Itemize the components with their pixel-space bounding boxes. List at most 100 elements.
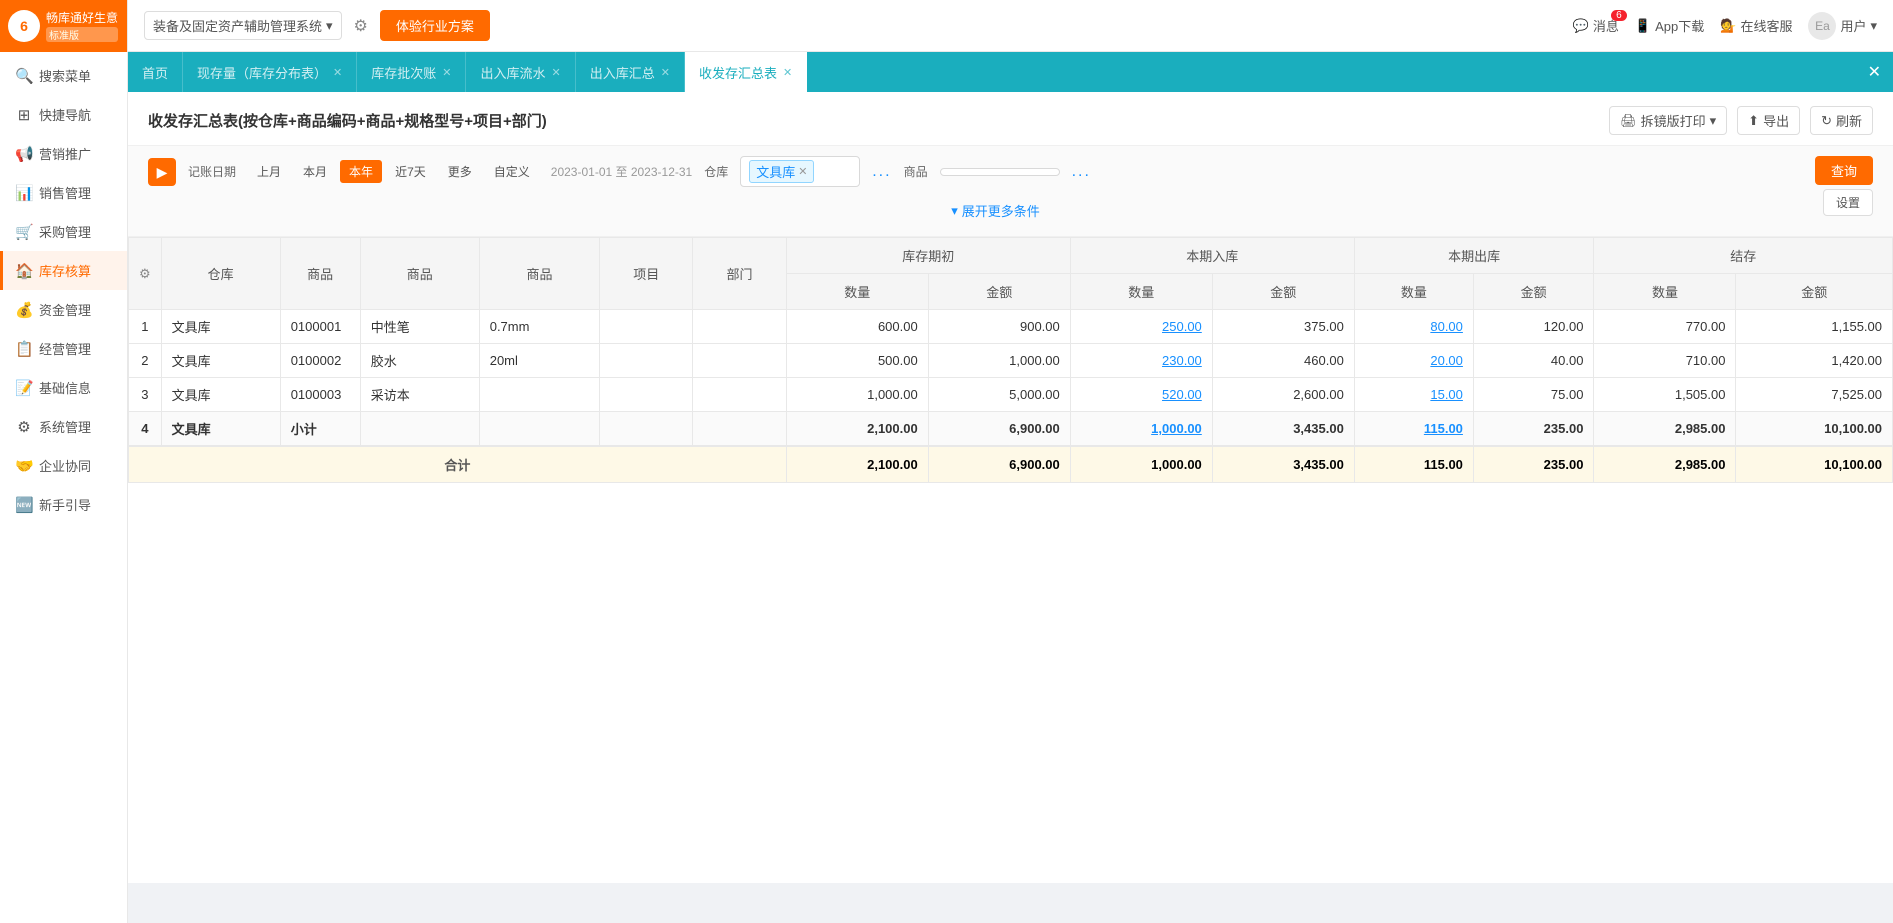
sales-icon: 📊 bbox=[15, 184, 33, 202]
th-out-amt: 金额 bbox=[1473, 274, 1594, 310]
cell-subtotal-num: 4 bbox=[129, 412, 162, 447]
th-project: 项目 bbox=[600, 238, 693, 310]
message-badge: 6 bbox=[1611, 10, 1627, 21]
date-btn-more[interactable]: 更多 bbox=[439, 160, 481, 183]
online-service-button[interactable]: 💁 在线客服 bbox=[1720, 16, 1792, 35]
export-button[interactable]: ⬆ 导出 bbox=[1737, 106, 1800, 135]
cell-subtotal-dept bbox=[693, 412, 786, 447]
cell-total-label: 合计 bbox=[129, 446, 787, 483]
header-actions: 💬 消息 6 📱 App下载 💁 在线客服 Ea 用户 ▾ bbox=[1573, 12, 1877, 40]
data-table: ⚙ 仓库 商品 商品 商品 项目 部门 库存期初 本期入库 本期出库 结存 bbox=[128, 237, 1893, 483]
message-icon: 💬 bbox=[1573, 18, 1589, 34]
cell-dept-1 bbox=[693, 310, 786, 344]
goods-filter-input[interactable] bbox=[940, 168, 1060, 176]
tab-recv-send-summary[interactable]: 收发存汇总表 ✕ bbox=[685, 52, 807, 92]
expand-more-button[interactable]: ▾ 展开更多条件 bbox=[951, 201, 1040, 220]
baseinfo-icon: 📝 bbox=[15, 379, 33, 397]
sidebar-logo: 6 畅库通好生意 标准版 bbox=[0, 0, 127, 52]
sidebar-item-operation-label: 经营管理 bbox=[39, 339, 91, 358]
cell-subtotal-out-qty[interactable]: 115.00 bbox=[1354, 412, 1473, 447]
warehouse-filter-input[interactable]: 文具库 ✕ bbox=[740, 156, 860, 187]
cell-subtotal-bal-qty: 2,985.00 bbox=[1594, 412, 1736, 447]
sidebar-item-operation[interactable]: 📋 经营管理 bbox=[0, 329, 127, 368]
sidebar-item-baseinfo[interactable]: 📝 基础信息 bbox=[0, 368, 127, 407]
subtotal-row: 4 文具库 小计 2,100.00 6,900.00 1,000.00 3,43… bbox=[129, 412, 1893, 447]
tab-batch-accounts-close[interactable]: ✕ bbox=[442, 66, 451, 79]
th-settings[interactable]: ⚙ bbox=[129, 238, 162, 310]
cell-in-qty-1[interactable]: 250.00 bbox=[1070, 310, 1212, 344]
sidebar-item-quicknav[interactable]: ⊞ 快捷导航 bbox=[0, 95, 127, 134]
goods-more-button[interactable]: ... bbox=[1072, 163, 1091, 181]
cell-out-amt-1: 120.00 bbox=[1473, 310, 1594, 344]
table-row: 3 文具库 0100003 采访本 1,000.00 5,000.00 520.… bbox=[129, 378, 1893, 412]
cell-dept-3 bbox=[693, 378, 786, 412]
print-button[interactable]: 🖨 拆镜版打印 ▾ bbox=[1609, 106, 1727, 135]
user-menu[interactable]: Ea 用户 ▾ bbox=[1808, 12, 1877, 40]
date-btn-prev[interactable]: 上月 bbox=[248, 160, 290, 183]
sidebar-item-marketing[interactable]: 📢 营销推广 bbox=[0, 134, 127, 173]
system-select[interactable]: 装备及固定资产辅助管理系统 ▾ bbox=[144, 11, 342, 40]
message-button[interactable]: 💬 消息 6 bbox=[1573, 16, 1619, 35]
th-open-amt: 金额 bbox=[928, 274, 1070, 310]
cell-bal-amt-3: 7,525.00 bbox=[1736, 378, 1893, 412]
sidebar-item-purchase[interactable]: 🛒 采购管理 bbox=[0, 212, 127, 251]
tab-inventory-dist[interactable]: 现存量（库存分布表） ✕ bbox=[183, 52, 357, 92]
guide-icon: 🆕 bbox=[15, 496, 33, 514]
cell-out-qty-1[interactable]: 80.00 bbox=[1354, 310, 1473, 344]
trial-button[interactable]: 体验行业方案 bbox=[380, 10, 490, 41]
sidebar-item-guide[interactable]: 🆕 新手引导 bbox=[0, 485, 127, 524]
app-download-button[interactable]: 📱 App下载 bbox=[1635, 16, 1704, 35]
cell-out-qty-2[interactable]: 20.00 bbox=[1354, 344, 1473, 378]
query-button[interactable]: 查询 bbox=[1815, 156, 1873, 185]
date-btn-year[interactable]: 本年 bbox=[340, 160, 382, 183]
sidebar-item-sales[interactable]: 📊 销售管理 bbox=[0, 173, 127, 212]
filter-toggle-button[interactable]: ▶ bbox=[148, 158, 176, 186]
cell-project-3 bbox=[600, 378, 693, 412]
cell-subtotal-in-qty[interactable]: 1,000.00 bbox=[1070, 412, 1212, 447]
cell-in-qty-3[interactable]: 520.00 bbox=[1070, 378, 1212, 412]
sidebar-item-inventory[interactable]: 🏠 库存核算 bbox=[0, 251, 127, 290]
cell-project-2 bbox=[600, 344, 693, 378]
sidebar-item-corp[interactable]: 🤝 企业协同 bbox=[0, 446, 127, 485]
sidebar-item-search-label: 搜索菜单 bbox=[39, 66, 91, 85]
tab-in-out-flow-close[interactable]: ✕ bbox=[552, 66, 561, 79]
cell-out-qty-3[interactable]: 15.00 bbox=[1354, 378, 1473, 412]
sidebar-item-finance-label: 资金管理 bbox=[39, 300, 91, 319]
refresh-button[interactable]: ↻ 刷新 bbox=[1810, 106, 1873, 135]
dropdown-icon: ▾ bbox=[326, 18, 333, 34]
finance-icon: 💰 bbox=[15, 301, 33, 319]
tab-home[interactable]: 首页 bbox=[128, 52, 183, 92]
cell-in-amt-3: 2,600.00 bbox=[1212, 378, 1354, 412]
tab-in-out-summary[interactable]: 出入库汇总 ✕ bbox=[576, 52, 685, 92]
logo-icon: 6 bbox=[8, 10, 40, 42]
tab-inventory-dist-close[interactable]: ✕ bbox=[333, 66, 342, 79]
setting-button[interactable]: 设置 bbox=[1823, 189, 1873, 216]
date-btn-7days[interactable]: 近7天 bbox=[386, 160, 435, 183]
tab-bar-close[interactable]: ✕ bbox=[1856, 62, 1893, 82]
settings-icon[interactable]: ⚙ bbox=[354, 16, 368, 36]
date-btn-custom[interactable]: 自定义 bbox=[485, 160, 539, 183]
cell-subtotal-bal-amt: 10,100.00 bbox=[1736, 412, 1893, 447]
th-in-amt: 金额 bbox=[1212, 274, 1354, 310]
sidebar-item-baseinfo-label: 基础信息 bbox=[39, 378, 91, 397]
warehouse-more-button[interactable]: ... bbox=[872, 163, 891, 181]
quicknav-icon: ⊞ bbox=[15, 106, 33, 124]
goods-filter-label: 商品 bbox=[904, 163, 928, 180]
cell-in-qty-2[interactable]: 230.00 bbox=[1070, 344, 1212, 378]
cell-bal-qty-2: 710.00 bbox=[1594, 344, 1736, 378]
cell-bal-amt-2: 1,420.00 bbox=[1736, 344, 1893, 378]
app-download-label: App下载 bbox=[1655, 16, 1704, 35]
sidebar-item-search[interactable]: 🔍 搜索菜单 bbox=[0, 56, 127, 95]
tab-in-out-summary-close[interactable]: ✕ bbox=[661, 66, 670, 79]
sidebar-item-system[interactable]: ⚙ 系统管理 bbox=[0, 407, 127, 446]
warehouse-tag-close[interactable]: ✕ bbox=[798, 165, 807, 178]
cell-out-amt-2: 40.00 bbox=[1473, 344, 1594, 378]
sidebar-item-sales-label: 销售管理 bbox=[39, 183, 91, 202]
page-header-actions: 🖨 拆镜版打印 ▾ ⬆ 导出 ↻ 刷新 bbox=[1609, 106, 1873, 135]
sidebar-item-finance[interactable]: 💰 资金管理 bbox=[0, 290, 127, 329]
tab-recv-send-summary-close[interactable]: ✕ bbox=[783, 66, 792, 79]
tab-in-out-flow[interactable]: 出入库流水 ✕ bbox=[466, 52, 575, 92]
tab-batch-accounts[interactable]: 库存批次账 ✕ bbox=[357, 52, 466, 92]
cell-bal-qty-1: 770.00 bbox=[1594, 310, 1736, 344]
date-btn-curr[interactable]: 本月 bbox=[294, 160, 336, 183]
